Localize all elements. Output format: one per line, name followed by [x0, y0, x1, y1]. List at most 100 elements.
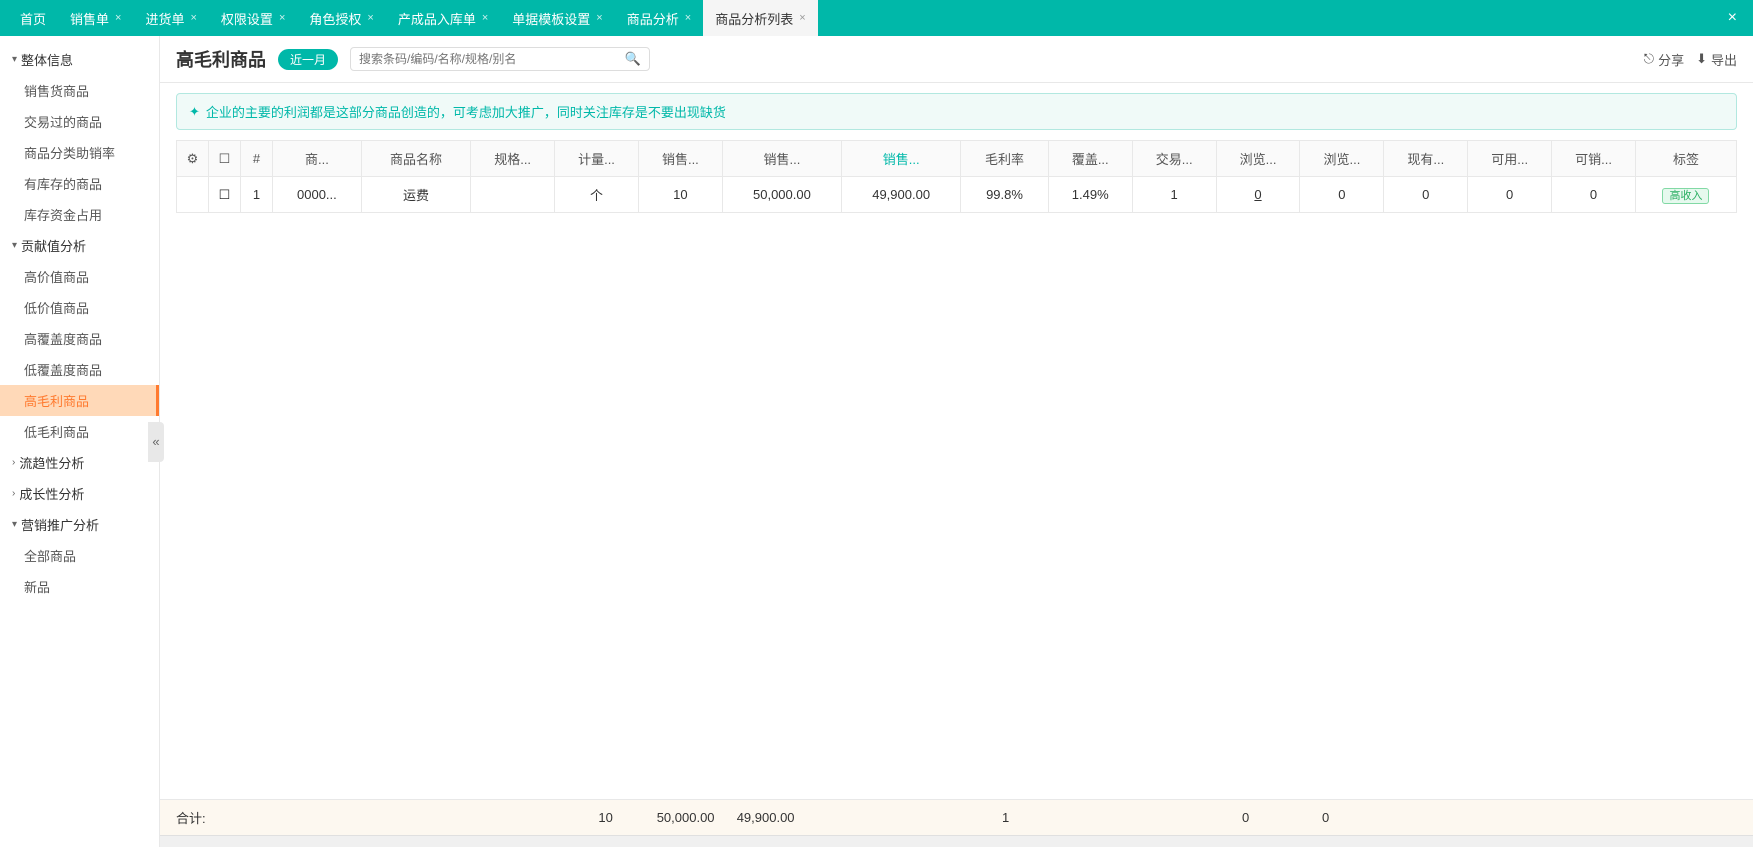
nav-tab-stock-in[interactable]: 产成品入库单 ×	[386, 0, 500, 36]
sidebar-item-high-value[interactable]: 高价值商品	[0, 261, 159, 292]
cell-current-stock: 0	[1384, 177, 1468, 213]
nav-tab-template[interactable]: 单据模板设置 ×	[500, 0, 614, 36]
browse1-link[interactable]: 0	[1254, 187, 1261, 202]
nav-tab-purchase-close[interactable]: ×	[190, 12, 196, 24]
nav-tab-sales-close[interactable]: ×	[115, 12, 121, 24]
sidebar-item-all-goods[interactable]: 全部商品	[0, 540, 159, 571]
nav-tab-permission-close[interactable]: ×	[279, 12, 285, 24]
sidebar-item-stock-goods[interactable]: 有库存的商品	[0, 168, 159, 199]
nav-tab-permission[interactable]: 权限设置 ×	[209, 0, 297, 36]
nav-tab-sales[interactable]: 销售单 ×	[58, 0, 133, 36]
cell-browse2: 0	[1300, 177, 1384, 213]
export-button[interactable]: ⬇ 导出	[1696, 50, 1737, 69]
col-name-header[interactable]: 商品名称	[361, 141, 470, 177]
nav-tab-analysis-close[interactable]: ×	[685, 12, 691, 24]
cell-settings	[177, 177, 209, 213]
nav-close-all-button[interactable]: ×	[1720, 9, 1745, 27]
nav-tab-analysis-list-label: 商品分析列表	[715, 9, 793, 28]
cell-sales-cost: 49,900.00	[842, 177, 961, 213]
sidebar-group-contribution[interactable]: ▾ 贡献值分析	[0, 230, 159, 261]
table-footer: 合计: 10 50,000.00 49,900.00 1 0 0	[160, 799, 1753, 835]
cell-browse1[interactable]: 0	[1216, 177, 1300, 213]
cell-spec	[471, 177, 555, 213]
sidebar-group-growth-label: 成长性分析	[19, 484, 84, 503]
nav-tab-role-close[interactable]: ×	[367, 12, 373, 24]
cell-trade-count: 1	[1132, 177, 1216, 213]
search-icon[interactable]: 🔍	[625, 51, 641, 67]
footer-label: 合计:	[176, 808, 206, 827]
arrow-growth: ›	[12, 488, 15, 499]
header-actions: ⎋ 分享 ⬇ 导出	[1644, 50, 1737, 69]
main-area: ▾ 整体信息 销售货商品 交易过的商品 商品分类助销率 有库存的商品 库存资金占…	[0, 36, 1753, 847]
period-button[interactable]: 近一月	[278, 49, 338, 70]
col-trade-header[interactable]: 交易...	[1132, 141, 1216, 177]
col-code-header[interactable]: 商...	[273, 141, 362, 177]
nav-tab-template-close[interactable]: ×	[596, 12, 602, 24]
arrow-trend: ›	[12, 457, 15, 468]
sidebar-group-trend[interactable]: › 流趋性分析	[0, 447, 159, 478]
sidebar-item-high-coverage[interactable]: 高覆盖度商品	[0, 323, 159, 354]
page-title: 高毛利商品	[176, 46, 266, 72]
sidebar-collapse-button[interactable]: «	[148, 422, 164, 462]
col-sales-amount-header[interactable]: 销售...	[722, 141, 841, 177]
arrow-contribution: ▾	[12, 240, 17, 251]
cell-coverage: 1.49%	[1048, 177, 1132, 213]
sidebar-item-high-margin[interactable]: 高毛利商品	[0, 385, 159, 416]
cell-unit: 个	[555, 177, 639, 213]
data-table: ⚙ ☐ # 商... 商品名称 规格... 计量... 销售... 销售... …	[176, 140, 1737, 213]
info-banner: ✦ 企业的主要的利润都是这部分商品创造的，可考虑加大推广，同时关注库存是不要出现…	[176, 93, 1737, 130]
arrow-overview: ▾	[12, 54, 17, 65]
col-coverage-header[interactable]: 覆盖...	[1048, 141, 1132, 177]
sidebar-item-sales-goods[interactable]: 销售货商品	[0, 75, 159, 106]
nav-tab-analysis-label: 商品分析	[627, 9, 679, 28]
cell-checkbox[interactable]: ☐	[209, 177, 241, 213]
nav-tab-home-label: 首页	[20, 9, 46, 28]
collapse-icon: «	[152, 434, 159, 449]
col-browse2-header[interactable]: 浏览...	[1300, 141, 1384, 177]
sidebar-group-overview-label: 整体信息	[21, 50, 73, 69]
sidebar-group-marketing-label: 营销推广分析	[21, 515, 99, 534]
col-settings-header[interactable]: ⚙	[177, 141, 209, 177]
col-checkbox-header[interactable]: ☐	[209, 141, 241, 177]
nav-tab-stock-in-close[interactable]: ×	[482, 12, 488, 24]
col-spec-header[interactable]: 规格...	[471, 141, 555, 177]
top-nav: 首页 销售单 × 进货单 × 权限设置 × 角色授权 × 产成品入库单 × 单据…	[0, 0, 1753, 36]
bottom-scrollbar[interactable]	[160, 835, 1753, 847]
col-sales-qty-header[interactable]: 销售...	[638, 141, 722, 177]
sidebar-item-stock-capital[interactable]: 库存资金占用	[0, 199, 159, 230]
nav-tab-permission-label: 权限设置	[221, 9, 273, 28]
col-gross-margin-header[interactable]: 毛利率	[961, 141, 1049, 177]
col-tag-header[interactable]: 标签	[1635, 141, 1736, 177]
sidebar-item-traded-goods[interactable]: 交易过的商品	[0, 106, 159, 137]
nav-tab-purchase[interactable]: 进货单 ×	[133, 0, 208, 36]
sidebar-item-category-sales[interactable]: 商品分类助销率	[0, 137, 159, 168]
share-icon: ⎋	[1644, 51, 1654, 67]
footer-current-stock: 0	[1206, 810, 1286, 825]
sidebar-item-new-goods[interactable]: 新品	[0, 571, 159, 602]
sidebar-group-contribution-label: 贡献值分析	[21, 236, 86, 255]
sidebar-item-low-coverage[interactable]: 低覆盖度商品	[0, 354, 159, 385]
footer-sales-qty: 10	[566, 810, 646, 825]
nav-tab-analysis-list[interactable]: 商品分析列表 ×	[703, 0, 817, 36]
col-unit-header[interactable]: 计量...	[555, 141, 639, 177]
sidebar-group-marketing[interactable]: ▾ 营销推广分析	[0, 509, 159, 540]
col-current-stock-header[interactable]: 现有...	[1384, 141, 1468, 177]
share-button[interactable]: ⎋ 分享	[1644, 50, 1684, 69]
sidebar-item-low-value[interactable]: 低价值商品	[0, 292, 159, 323]
sidebar-group-overview[interactable]: ▾ 整体信息	[0, 44, 159, 75]
col-sellable-header[interactable]: 可销...	[1552, 141, 1636, 177]
footer-sales-cost: 49,900.00	[726, 810, 806, 825]
sidebar-item-low-margin[interactable]: 低毛利商品	[0, 416, 159, 447]
sidebar-group-trend-label: 流趋性分析	[19, 453, 84, 472]
nav-tab-home[interactable]: 首页	[8, 0, 58, 36]
sidebar-group-growth[interactable]: › 成长性分析	[0, 478, 159, 509]
col-available-header[interactable]: 可用...	[1468, 141, 1552, 177]
nav-tab-role[interactable]: 角色授权 ×	[297, 0, 385, 36]
search-input[interactable]	[359, 52, 625, 66]
nav-tab-analysis-list-close[interactable]: ×	[799, 12, 805, 24]
nav-tab-analysis[interactable]: 商品分析 ×	[615, 0, 703, 36]
arrow-marketing: ▾	[12, 519, 17, 530]
col-sales-cost-header[interactable]: 销售...	[842, 141, 961, 177]
sidebar: ▾ 整体信息 销售货商品 交易过的商品 商品分类助销率 有库存的商品 库存资金占…	[0, 36, 160, 847]
col-browse1-header[interactable]: 浏览...	[1216, 141, 1300, 177]
